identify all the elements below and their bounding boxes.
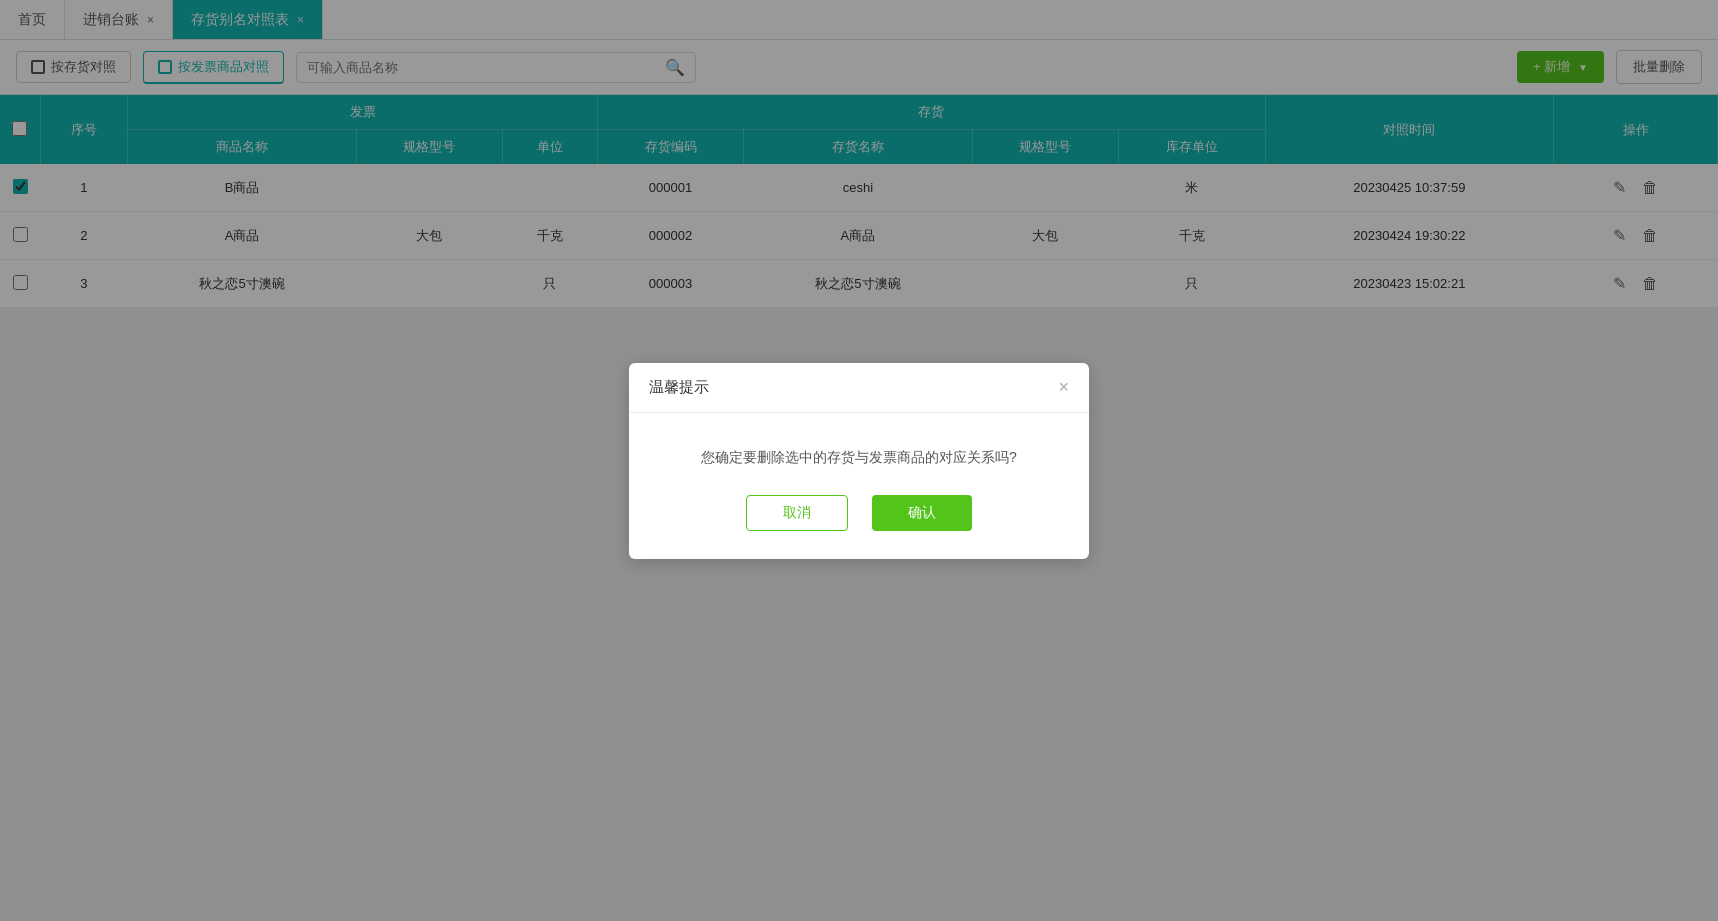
modal-overlay: 温馨提示 × 您确定要删除选中的存货与发票商品的对应关系吗? 取消 确认 bbox=[0, 0, 1718, 308]
